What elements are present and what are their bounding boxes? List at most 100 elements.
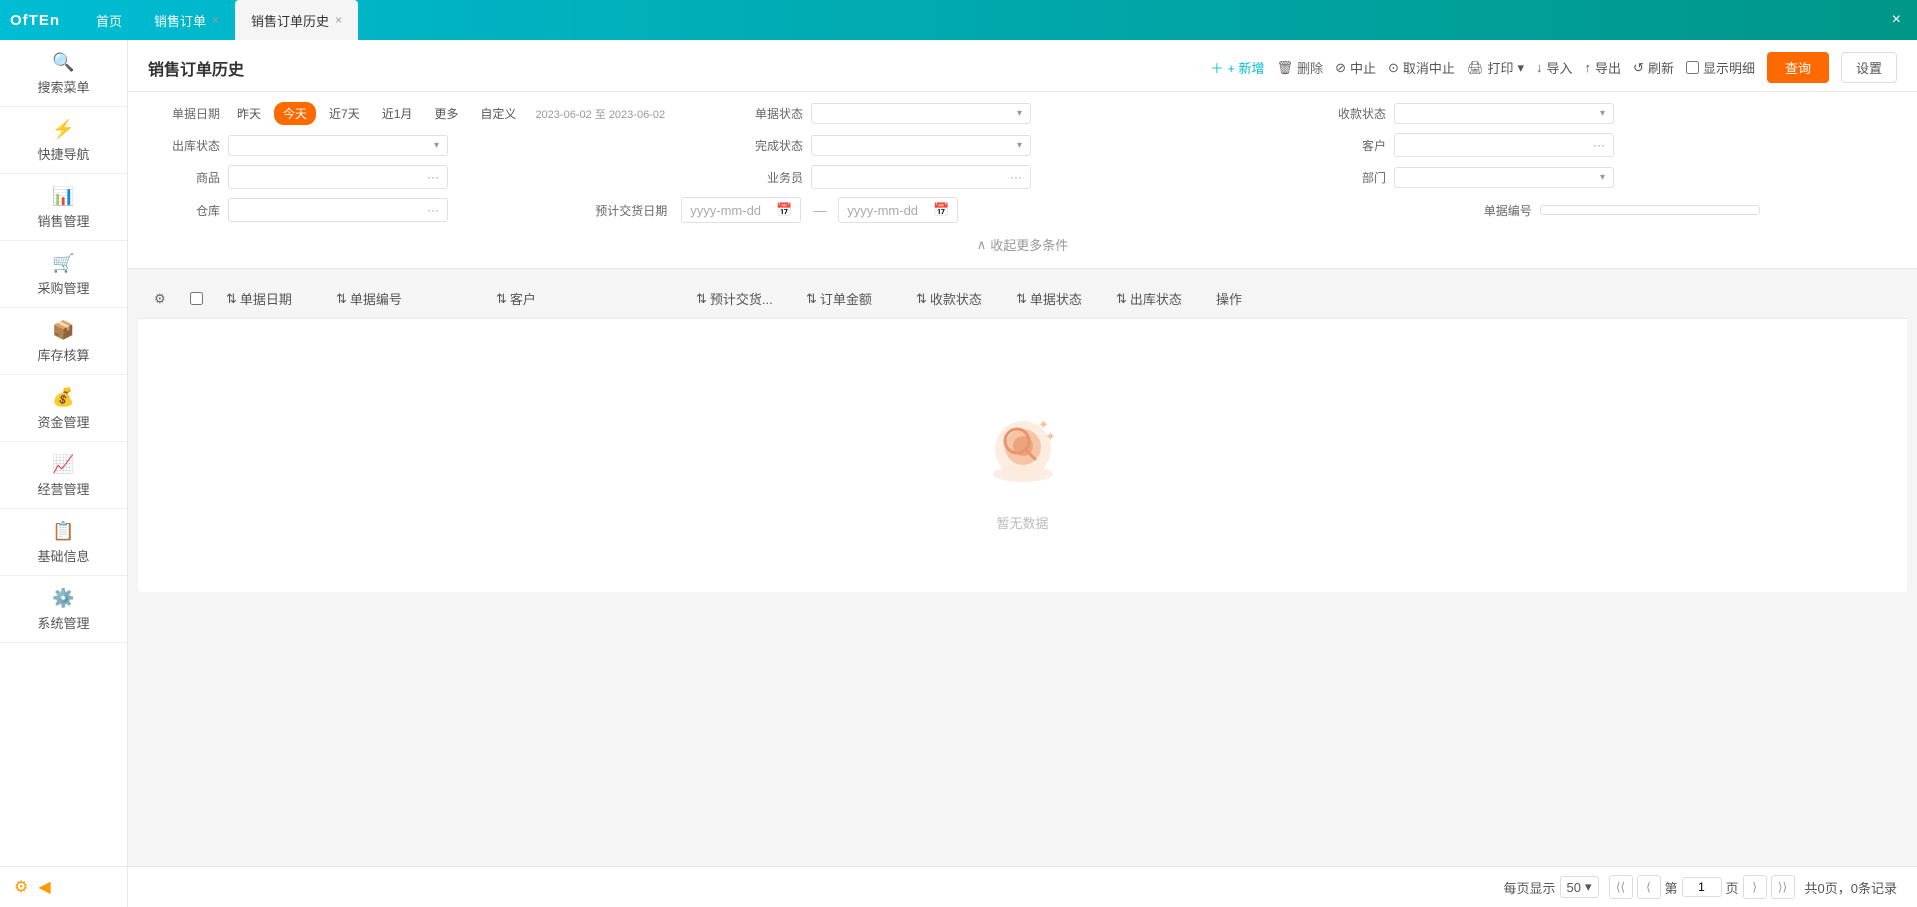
goods-input[interactable]: ···: [228, 165, 448, 189]
customer-label: 客户: [1314, 137, 1394, 154]
date-tag-today[interactable]: 今天: [274, 102, 316, 125]
tab-home[interactable]: 首页: [80, 0, 138, 40]
complete-status-chevron: ▾: [1017, 140, 1022, 151]
th-docno[interactable]: ⇅ 单据编号: [328, 289, 488, 308]
query-button[interactable]: 查询: [1767, 52, 1829, 83]
payment-status-label: 收款状态: [1314, 105, 1394, 122]
brand-text: OfTEn: [10, 12, 80, 29]
collapse-up-icon: ∧: [977, 237, 987, 253]
tab-sales-order-label: 销售订单: [154, 11, 206, 30]
refresh-button[interactable]: ↺ 刷新: [1633, 58, 1674, 77]
th-delivery[interactable]: ⇅ 预计交货...: [688, 289, 798, 308]
delivery-date-to[interactable]: yyyy-mm-dd 📅: [838, 197, 958, 223]
settings-bottom-icon[interactable]: ⚙: [14, 877, 28, 897]
doc-no-input[interactable]: [1540, 205, 1760, 215]
export-label: 导出: [1595, 58, 1621, 77]
out-status-select[interactable]: ▾: [228, 135, 448, 156]
payment-status-chevron: ▾: [1600, 108, 1605, 119]
page-first-btn[interactable]: ⟨⟨: [1609, 875, 1633, 899]
th-customer[interactable]: ⇅ 客户: [488, 289, 688, 308]
tab-sales-order[interactable]: 销售订单 ×: [138, 0, 235, 40]
sidebar-item-base[interactable]: 📋 基础信息: [0, 509, 127, 576]
select-all-checkbox[interactable]: [190, 292, 203, 305]
delivery-date-from[interactable]: yyyy-mm-dd 📅: [681, 197, 801, 223]
sidebar-item-search[interactable]: 🔍 搜索菜单: [0, 40, 127, 107]
import-label: 导入: [1547, 58, 1573, 77]
table-settings-icon: ⚙: [154, 291, 166, 307]
page-size-label: 每页显示: [1503, 878, 1555, 897]
sidebar-item-base-label: 基础信息: [37, 546, 89, 565]
add-button[interactable]: ＋ + 新增: [1210, 58, 1264, 77]
date-tag-last1m[interactable]: 近1月: [373, 102, 422, 125]
tab-sales-order-history-label: 销售订单历史: [251, 11, 329, 30]
complete-status-select[interactable]: ▾: [811, 135, 1031, 156]
date-tag-last7[interactable]: 近7天: [320, 102, 369, 125]
th-ops: 操作: [1208, 289, 1899, 308]
sidebar-item-purchase[interactable]: 🛒 采购管理: [0, 241, 127, 308]
tab-sales-order-close[interactable]: ×: [212, 13, 219, 27]
display-toggle[interactable]: 显示明细: [1686, 58, 1755, 77]
warehouse-input[interactable]: ···: [228, 198, 448, 222]
filter-row-4: 仓库 ··· 预计交货日期 yyyy-mm-dd 📅 — yyyy-mm-dd: [148, 197, 1897, 223]
th-delivery-label: 预计交货...: [710, 289, 773, 308]
date-tag-yesterday[interactable]: 昨天: [228, 102, 270, 125]
filter-row-2: 出库状态 ▾ 完成状态 ▾ 客户: [148, 133, 1897, 157]
settings-button[interactable]: 设置: [1841, 52, 1897, 83]
empty-state: ✦ ✦ 暂无数据: [138, 319, 1907, 592]
sidebar-item-inventory[interactable]: 📦 库存核算: [0, 308, 127, 375]
collapse-more-btn[interactable]: ∧ 收起更多条件: [148, 231, 1897, 258]
dept-select[interactable]: ▾: [1394, 167, 1614, 188]
sidebar-item-search-label: 搜索菜单: [37, 77, 89, 96]
sidebar-item-sales[interactable]: 📊 销售管理: [0, 174, 127, 241]
salesperson-label: 业务员: [731, 169, 811, 186]
display-toggle-checkbox[interactable]: [1686, 61, 1699, 74]
sidebar: 🔍 搜索菜单 ⚡ 快捷导航 📊 销售管理 🛒 采购管理 📦 库存核算 💰 资金管…: [0, 40, 128, 907]
customer-dots: ···: [1593, 138, 1605, 152]
salesperson-dots: ···: [1010, 170, 1022, 184]
delete-button[interactable]: 🗑 删除: [1277, 58, 1324, 77]
th-customer-label: 客户: [510, 289, 536, 308]
export-icon: ↑: [1585, 60, 1592, 75]
filter-row-3: 商品 ··· 业务员 ··· 部门: [148, 165, 1897, 189]
th-docstatus[interactable]: ⇅ 单据状态: [1008, 289, 1108, 308]
page-size-select: 每页显示 50 ▾: [1503, 876, 1598, 898]
th-amount[interactable]: ⇅ 订单金额: [798, 289, 908, 308]
tab-sales-order-history-close[interactable]: ×: [335, 13, 342, 27]
goods-label: 商品: [148, 169, 228, 186]
sidebar-item-system[interactable]: ⚙️ 系统管理: [0, 576, 127, 643]
export-button[interactable]: ↑ 导出: [1585, 58, 1622, 77]
date-tag-custom[interactable]: 自定义: [471, 102, 525, 125]
tab-sales-order-history[interactable]: 销售订单历史 ×: [235, 0, 358, 40]
payment-status-select[interactable]: ▾: [1394, 103, 1614, 124]
date-tag-more[interactable]: 更多: [425, 102, 467, 125]
doc-status-chevron: ▾: [1017, 108, 1022, 119]
th-outstatus[interactable]: ⇅ 出库状态: [1108, 289, 1208, 308]
th-payment[interactable]: ⇅ 收款状态: [908, 289, 1008, 308]
import-button[interactable]: ↓ 导入: [1536, 58, 1573, 77]
display-toggle-label: 显示明细: [1703, 58, 1755, 77]
th-settings[interactable]: ⚙: [146, 291, 182, 307]
th-date[interactable]: ⇅ 单据日期: [218, 289, 328, 308]
page-next-btn[interactable]: ⟩: [1743, 875, 1767, 899]
sidebar-item-sales-label: 销售管理: [37, 211, 89, 230]
page-last-btn[interactable]: ⟩⟩: [1771, 875, 1795, 899]
system-icon: ⚙️: [52, 588, 74, 609]
page-input[interactable]: [1682, 877, 1722, 897]
collapse-sidebar-icon[interactable]: ◀: [38, 877, 50, 897]
page-size-box[interactable]: 50 ▾: [1560, 876, 1599, 898]
sidebar-item-finance[interactable]: 💰 资金管理: [0, 375, 127, 442]
th-checkbox[interactable]: [182, 292, 218, 305]
sidebar-item-quicknav[interactable]: ⚡ 快捷导航: [0, 107, 127, 174]
customer-input[interactable]: ···: [1394, 133, 1614, 157]
pagination-bar: 每页显示 50 ▾ ⟨⟨ ⟨ 第 页 ⟩ ⟩⟩ 共0页，0条记录: [128, 866, 1917, 907]
page-prev-btn[interactable]: ⟨: [1637, 875, 1661, 899]
window-close-btn[interactable]: ×: [1886, 11, 1907, 29]
print-label: 打印: [1487, 58, 1513, 77]
cancel-stop-button[interactable]: ⊙ 取消中止: [1388, 58, 1455, 77]
empty-icon: ✦ ✦: [973, 399, 1073, 499]
print-button[interactable]: 🖨 打印 ▾: [1467, 58, 1524, 77]
doc-status-select[interactable]: ▾: [811, 103, 1031, 124]
salesperson-input[interactable]: ···: [811, 165, 1031, 189]
sidebar-item-operation[interactable]: 📈 经营管理: [0, 442, 127, 509]
stop-button[interactable]: ⊘ 中止: [1335, 58, 1376, 77]
